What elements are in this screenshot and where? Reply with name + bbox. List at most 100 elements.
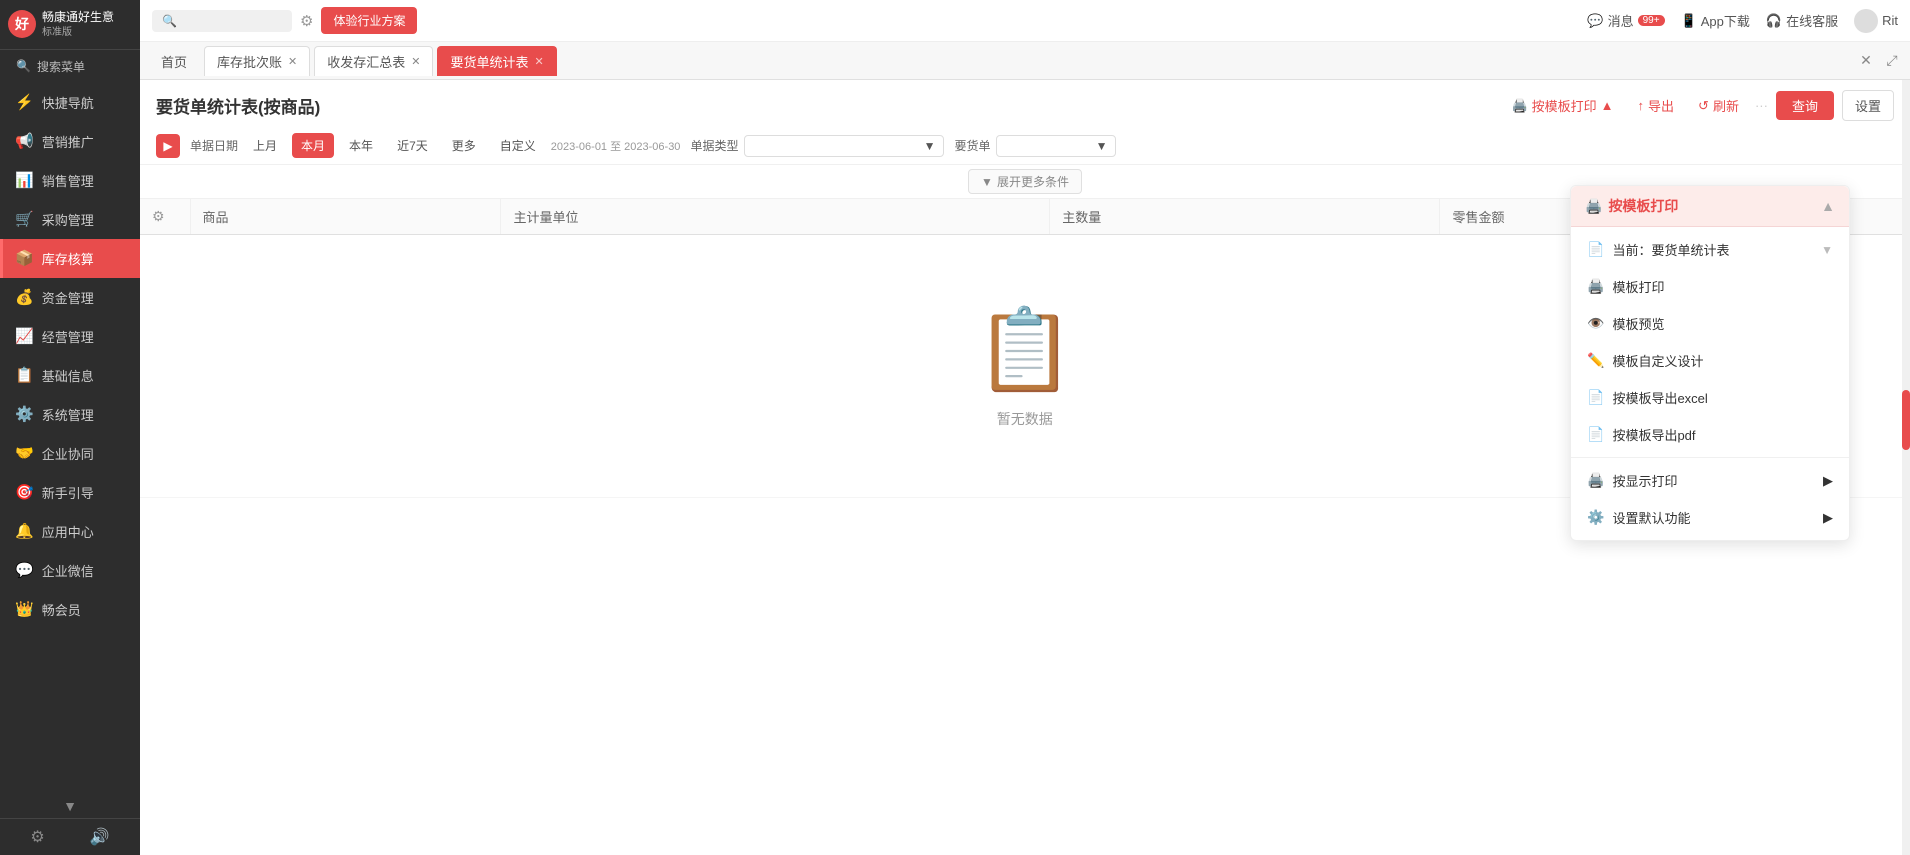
sidebar-item-sales[interactable]: 📊 销售管理 xyxy=(0,161,140,200)
template-preview-icon: 👁️ xyxy=(1587,315,1604,332)
scrollbar-thumb xyxy=(1902,390,1910,450)
col-settings[interactable]: ⚙ xyxy=(140,199,190,235)
more-actions-icon[interactable]: ··· xyxy=(1755,98,1768,113)
sidebar-item-member[interactable]: 👑 畅会员 xyxy=(0,590,140,629)
dropdown-section: 📄 当前：要货单统计表 ▼ 🖨️ 模板打印 👁️ 模板预览 ✏️ 模板自定义设计 xyxy=(1571,227,1849,457)
refresh-button[interactable]: ↺ 刷新 xyxy=(1690,92,1747,119)
sidebar-item-operation[interactable]: 📈 经营管理 xyxy=(0,317,140,356)
topbar-search-box[interactable]: 🔍 xyxy=(152,10,292,32)
sidebar-item-appstore[interactable]: 🔔 应用中心 xyxy=(0,512,140,551)
sidebar-item-coop[interactable]: 🤝 企业协同 xyxy=(0,434,140,473)
dropdown-current-template[interactable]: 📄 当前：要货单统计表 ▼ xyxy=(1571,231,1849,268)
query-button[interactable]: 查询 xyxy=(1776,91,1834,120)
trial-button[interactable]: 体验行业方案 xyxy=(321,7,417,34)
page-title: 要货单统计表(按商品) xyxy=(156,93,320,118)
sidebar-item-wechat[interactable]: 💬 企业微信 xyxy=(0,551,140,590)
chevron-down-icon: ▼ xyxy=(981,175,993,189)
table-settings-icon[interactable]: ⚙ xyxy=(152,208,165,224)
goods-select-chevron-icon: ▼ xyxy=(1096,139,1108,153)
expand-more-btn[interactable]: ▼ 展开更多条件 xyxy=(968,169,1082,194)
logo-text: 畅康通好生意 标准版 xyxy=(42,10,114,39)
sidebar: 好 畅康通好生意 标准版 🔍 搜索菜单 ⚡ 快捷导航 📢 营销推广 📊 销售管理… xyxy=(0,0,140,855)
finance-icon: 💰 xyxy=(15,288,34,306)
tab-batch[interactable]: 库存批次账 ✕ xyxy=(204,46,310,76)
filter-bar: ▶ 单据日期 上月 本月 本年 近7天 更多 自定义 2023-06-01 至 … xyxy=(140,127,1910,165)
sidebar-item-purchase[interactable]: 🛒 采购管理 xyxy=(0,200,140,239)
type-select[interactable]: ▼ xyxy=(744,135,944,157)
filter-date-group: 单据日期 上月 本月 本年 近7天 更多 自定义 2023-06-01 至 20… xyxy=(190,133,680,158)
date-prev-btn[interactable]: 上月 xyxy=(244,133,286,158)
window-close-icon[interactable]: ✕ xyxy=(1856,51,1876,71)
dropdown-subsection: 🖨️ 按显示打印 ▶ ⚙️ 设置默认功能 ▶ xyxy=(1571,457,1849,540)
filter-goods-group: 要货单 ▼ xyxy=(954,135,1116,157)
sidebar-item-finance[interactable]: 💰 资金管理 xyxy=(0,278,140,317)
chevron-up-icon: ▲ xyxy=(1601,98,1614,113)
date-current-btn[interactable]: 本月 xyxy=(292,133,334,158)
scrollbar-right[interactable] xyxy=(1902,80,1910,855)
filter-type-group: 单据类型 ▼ xyxy=(690,135,944,157)
dropdown-template-preview[interactable]: 👁️ 模板预览 xyxy=(1571,305,1849,342)
dropdown-set-default[interactable]: ⚙️ 设置默认功能 ▶ xyxy=(1571,499,1849,536)
dropdown-template-pdf[interactable]: 📄 按模板导出pdf xyxy=(1571,416,1849,453)
logo-icon: 好 xyxy=(8,10,36,38)
set-default-arrow: ▶ xyxy=(1823,510,1833,526)
date-more-btn[interactable]: 更多 xyxy=(443,133,485,158)
sidebar-item-system[interactable]: ⚙️ 系统管理 xyxy=(0,395,140,434)
dropdown-close-btn[interactable]: ▲ xyxy=(1821,198,1835,214)
setting-button[interactable]: 设置 xyxy=(1842,90,1894,121)
sidebar-item-guide[interactable]: 🎯 新手引导 xyxy=(0,473,140,512)
sidebar-item-marketing[interactable]: 📢 营销推广 xyxy=(0,122,140,161)
goods-select[interactable]: ▼ xyxy=(996,135,1116,157)
tab-receipt-close[interactable]: ✕ xyxy=(411,55,420,68)
tab-receipt[interactable]: 收发存汇总表 ✕ xyxy=(314,46,433,76)
tab-batch-close[interactable]: ✕ xyxy=(288,55,297,68)
page-header: 要货单统计表(按商品) 🖨️ 按模板打印 ▲ ↑ 导出 ↺ 刷新 ··· 查询 … xyxy=(140,80,1910,127)
col-goods: 商品 xyxy=(190,199,501,235)
date-custom-btn[interactable]: 自定义 xyxy=(491,133,545,158)
topbar-right: 💬 消息 99+ 📱 App下载 🎧 在线客服 Rit xyxy=(1587,9,1898,33)
print-template-icon: 🖨️ xyxy=(1585,198,1602,215)
dropdown-template-print[interactable]: 🖨️ 模板打印 xyxy=(1571,268,1849,305)
inventory-icon: 📦 xyxy=(15,249,34,267)
operation-icon: 📈 xyxy=(15,327,34,345)
topbar-left: 🔍 ⚙ 体验行业方案 xyxy=(152,7,417,34)
footer-settings-icon[interactable]: ⚙ xyxy=(30,827,44,847)
headset-icon: 🎧 xyxy=(1766,13,1782,29)
filter-expand-btn[interactable]: ▶ xyxy=(156,134,180,158)
sidebar-item-basic[interactable]: 📋 基础信息 xyxy=(0,356,140,395)
sidebar-nav: ⚡ 快捷导航 📢 营销推广 📊 销售管理 🛒 采购管理 📦 库存核算 💰 资金管… xyxy=(0,83,140,794)
col-quantity: 主数量 xyxy=(1050,199,1440,235)
export-button[interactable]: ↑ 导出 xyxy=(1630,92,1683,119)
dropdown-template-design[interactable]: ✏️ 模板自定义设计 xyxy=(1571,342,1849,379)
window-controls: ✕ ⤢ xyxy=(1856,51,1902,71)
export-icon: ↑ xyxy=(1638,98,1645,113)
sidebar-footer: ⚙ 🔊 xyxy=(0,818,140,855)
online-service-item[interactable]: 🎧 在线客服 xyxy=(1766,11,1838,30)
purchase-icon: 🛒 xyxy=(15,210,34,228)
sidebar-item-inventory[interactable]: 📦 库存核算 xyxy=(0,239,140,278)
sidebar-scroll-down[interactable]: ▼ xyxy=(0,794,140,818)
window-maximize-icon[interactable]: ⤢ xyxy=(1882,51,1902,71)
tabbar: 首页 库存批次账 ✕ 收发存汇总表 ✕ 要货单统计表 ✕ ✕ ⤢ xyxy=(140,42,1910,80)
footer-volume-icon[interactable]: 🔊 xyxy=(90,827,110,847)
tab-home[interactable]: 首页 xyxy=(148,46,200,76)
print-button[interactable]: 🖨️ 按模板打印 ▲ xyxy=(1503,92,1621,119)
tab-order[interactable]: 要货单统计表 ✕ xyxy=(437,46,556,76)
app-download-item[interactable]: 📱 App下载 xyxy=(1681,11,1750,30)
user-avatar-item[interactable]: Rit xyxy=(1854,9,1898,33)
dropdown-template-excel[interactable]: 📄 按模板导出excel xyxy=(1571,379,1849,416)
template-print-icon: 🖨️ xyxy=(1587,278,1604,295)
member-icon: 👑 xyxy=(15,600,34,618)
guide-icon: 🎯 xyxy=(15,483,34,501)
date-week-btn[interactable]: 近7天 xyxy=(388,133,437,158)
sidebar-logo: 好 畅康通好生意 标准版 xyxy=(0,0,140,50)
topbar-gear-icon[interactable]: ⚙ xyxy=(300,12,313,30)
empty-text: 暂无数据 xyxy=(997,409,1053,429)
message-item[interactable]: 💬 消息 99+ xyxy=(1587,11,1664,30)
date-year-btn[interactable]: 本年 xyxy=(340,133,382,158)
sidebar-item-shortcut[interactable]: ⚡ 快捷导航 xyxy=(0,83,140,122)
sidebar-search-item[interactable]: 🔍 搜索菜单 xyxy=(0,50,140,83)
dropdown-display-print[interactable]: 🖨️ 按显示打印 ▶ xyxy=(1571,462,1849,499)
marketing-icon: 📢 xyxy=(15,132,34,150)
tab-order-close[interactable]: ✕ xyxy=(535,55,544,68)
